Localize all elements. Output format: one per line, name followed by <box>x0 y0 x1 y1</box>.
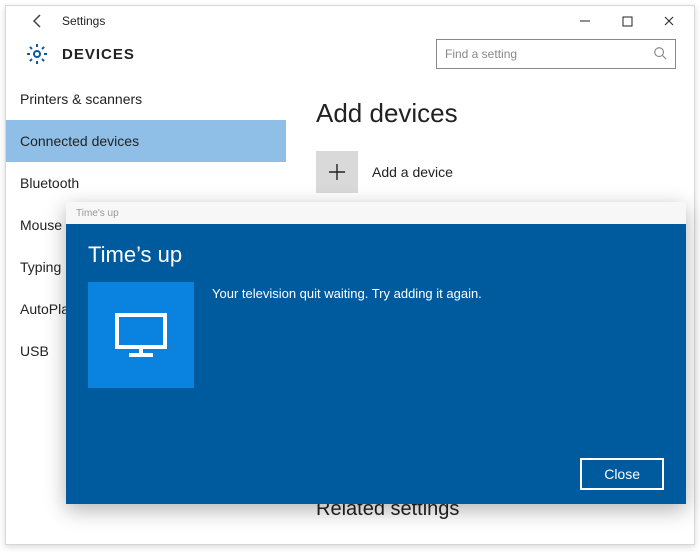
content-heading: Add devices <box>316 98 664 129</box>
close-button[interactable]: Close <box>580 458 664 490</box>
timeout-dialog: Time's up Time’s up Your television quit… <box>66 202 686 504</box>
dialog-body: Time’s up Your television quit waiting. … <box>66 224 686 504</box>
tv-icon <box>88 282 194 388</box>
page-title: DEVICES <box>62 46 135 63</box>
minimize-button[interactable] <box>564 7 606 35</box>
dialog-message: Your television quit waiting. Try adding… <box>212 286 482 388</box>
plus-icon[interactable] <box>316 151 358 193</box>
titlebar: Settings <box>6 6 694 36</box>
search-input[interactable] <box>445 47 653 61</box>
search-icon <box>653 46 667 63</box>
search-box[interactable] <box>436 39 676 69</box>
sidebar-item[interactable]: Printers & scanners <box>6 78 286 120</box>
sidebar-item[interactable]: Connected devices <box>6 120 286 162</box>
add-device-row[interactable]: Add a device <box>316 151 664 193</box>
maximize-button[interactable] <box>606 7 648 35</box>
window-title: Settings <box>62 14 105 28</box>
close-window-button[interactable] <box>648 7 690 35</box>
settings-window: Settings DEVICES Printers & scanner <box>5 5 695 545</box>
sidebar-item[interactable]: Bluetooth <box>6 162 286 204</box>
dialog-heading: Time’s up <box>88 242 664 268</box>
gear-icon <box>24 41 50 67</box>
add-device-label: Add a device <box>372 164 453 180</box>
back-button[interactable] <box>24 7 52 35</box>
header: DEVICES <box>6 36 694 78</box>
dialog-titlebar: Time's up <box>66 202 686 224</box>
